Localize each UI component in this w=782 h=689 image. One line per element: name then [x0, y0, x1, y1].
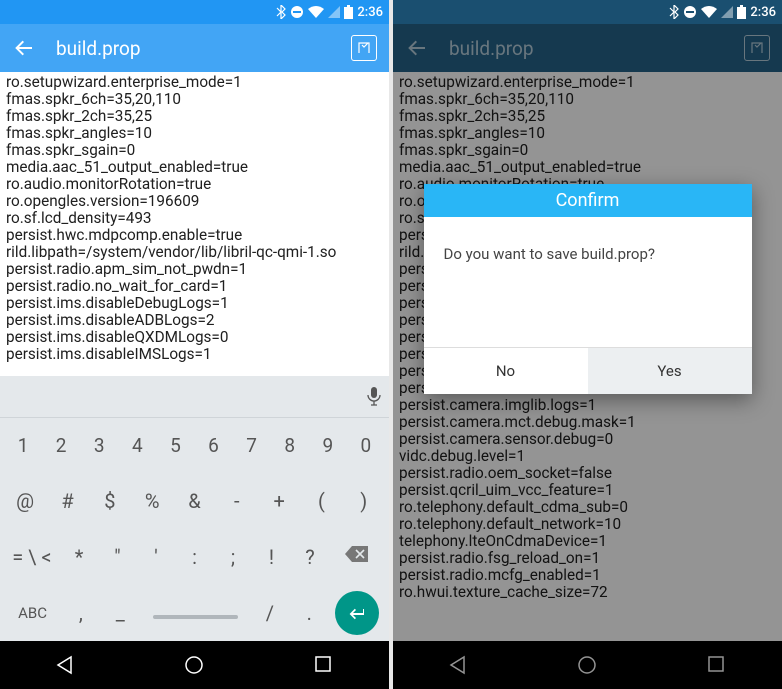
- key-3[interactable]: 3: [82, 424, 116, 467]
- editor-content[interactable]: ro.setupwizard.enterprise_mode=1fmas.spk…: [0, 72, 389, 376]
- key-+[interactable]: +: [260, 479, 298, 523]
- mic-icon[interactable]: [367, 387, 381, 407]
- editor-line: media.aac_51_output_enabled=true: [6, 159, 383, 176]
- key-'[interactable]: ': [139, 535, 174, 579]
- key-"[interactable]: ": [100, 535, 135, 579]
- yes-button[interactable]: Yes: [588, 348, 752, 394]
- editor-line: fmas.spkr_sgain=0: [6, 142, 383, 159]
- confirm-dialog: Confirm Do you want to save build.prop? …: [424, 184, 752, 394]
- key-@[interactable]: @: [6, 479, 44, 523]
- editor-line: ro.sf.lcd_density=493: [6, 210, 383, 227]
- key-0[interactable]: 0: [349, 424, 383, 467]
- keyboard: 1234567890 @#$%&-+() = \ < *"':;!? ABC ,…: [0, 376, 389, 641]
- status-bar: 2:36: [0, 0, 389, 24]
- editor-line: persist.ims.disableDebugLogs=1: [6, 295, 383, 312]
- dnd-icon: [290, 5, 304, 19]
- dialog-message: Do you want to save build.prop?: [424, 217, 752, 347]
- key-enter[interactable]: [335, 591, 379, 635]
- key-abc[interactable]: ABC: [6, 594, 59, 632]
- editor-line: persist.ims.disableIMSLogs=1: [6, 346, 383, 363]
- key-![interactable]: !: [254, 535, 289, 579]
- editor-line: fmas.spkr_6ch=35,20,110: [6, 91, 383, 108]
- dnd-icon: [683, 5, 697, 19]
- key-period[interactable]: .: [292, 591, 327, 635]
- phone-left: 2:36 build.prop ro.setupwizard.enterpris…: [0, 0, 389, 689]
- app-bar: build.prop: [0, 24, 389, 72]
- key-8[interactable]: 8: [273, 424, 307, 467]
- modal-overlay: Confirm Do you want to save build.prop? …: [393, 24, 782, 689]
- key-?[interactable]: ?: [293, 535, 328, 579]
- key-:[interactable]: :: [177, 535, 212, 579]
- editor-line: persist.ims.disableADBLogs=2: [6, 312, 383, 329]
- key-1[interactable]: 1: [6, 424, 40, 467]
- editor-line: fmas.spkr_angles=10: [6, 125, 383, 142]
- no-button[interactable]: No: [424, 348, 588, 394]
- bluetooth-icon: [276, 5, 286, 19]
- key--[interactable]: -: [218, 479, 256, 523]
- editor-line: persist.radio.apm_sim_not_pwdn=1: [6, 261, 383, 278]
- editor-line: ro.opengles.version=196609: [6, 193, 383, 210]
- key-2[interactable]: 2: [44, 424, 78, 467]
- suggestion-bar: [0, 376, 389, 418]
- dialog-title: Confirm: [424, 184, 752, 217]
- wifi-icon: [701, 6, 717, 18]
- dialog-buttons: No Yes: [424, 347, 752, 394]
- key-9[interactable]: 9: [311, 424, 345, 467]
- key-*[interactable]: *: [62, 535, 97, 579]
- signal-icon: [328, 6, 340, 18]
- key-$[interactable]: $: [91, 479, 129, 523]
- key-)[interactable]: ): [345, 479, 383, 523]
- key-;[interactable]: ;: [216, 535, 251, 579]
- editor-line: ro.audio.monitorRotation=true: [6, 176, 383, 193]
- key-%[interactable]: %: [133, 479, 171, 523]
- save-icon[interactable]: [351, 35, 377, 61]
- key-6[interactable]: 6: [196, 424, 230, 467]
- signal-icon: [721, 6, 733, 18]
- battery-icon: [737, 5, 746, 19]
- bluetooth-icon: [669, 5, 679, 19]
- key-([interactable]: (: [302, 479, 340, 523]
- status-time: 2:36: [357, 5, 383, 20]
- nav-recents-icon[interactable]: [314, 655, 334, 675]
- editor-line: persist.radio.no_wait_for_card=1: [6, 278, 383, 295]
- key-alt[interactable]: = \ <: [6, 535, 58, 579]
- key-#[interactable]: #: [48, 479, 86, 523]
- key-slash[interactable]: /: [252, 591, 287, 635]
- kb-row-4: ABC , _ / .: [0, 585, 389, 641]
- back-icon[interactable]: [12, 36, 36, 60]
- key-&[interactable]: &: [175, 479, 213, 523]
- appbar-title: build.prop: [56, 37, 351, 60]
- editor-line: rild.libpath=/system/vendor/lib/libril-q…: [6, 244, 383, 261]
- kb-row-1: 1234567890: [0, 418, 389, 473]
- nav-bar: [0, 641, 389, 689]
- kb-row-2: @#$%&-+(): [0, 473, 389, 529]
- key-7[interactable]: 7: [235, 424, 269, 467]
- status-time: 2:36: [750, 5, 776, 20]
- battery-icon: [344, 5, 353, 19]
- key-space[interactable]: [142, 597, 248, 629]
- editor-line: ro.setupwizard.enterprise_mode=1: [6, 74, 383, 91]
- kb-row-3: = \ < *"':;!?: [0, 529, 389, 585]
- editor-line: persist.hwc.mdpcomp.enable=true: [6, 227, 383, 244]
- nav-home-icon[interactable]: [184, 655, 204, 675]
- key-4[interactable]: 4: [120, 424, 154, 467]
- nav-back-icon[interactable]: [55, 655, 75, 675]
- editor-line: fmas.spkr_2ch=35,25: [6, 108, 383, 125]
- key-backspace[interactable]: [331, 535, 383, 579]
- key-underscore[interactable]: _: [103, 591, 138, 635]
- wifi-icon: [308, 6, 324, 18]
- editor-line: persist.ims.disableQXDMLogs=0: [6, 329, 383, 346]
- key-comma[interactable]: ,: [63, 591, 98, 635]
- key-5[interactable]: 5: [158, 424, 192, 467]
- phone-right: 2:36 build.prop ro.setupwizard.enterpris…: [393, 0, 782, 689]
- status-bar: 2:36: [393, 0, 782, 24]
